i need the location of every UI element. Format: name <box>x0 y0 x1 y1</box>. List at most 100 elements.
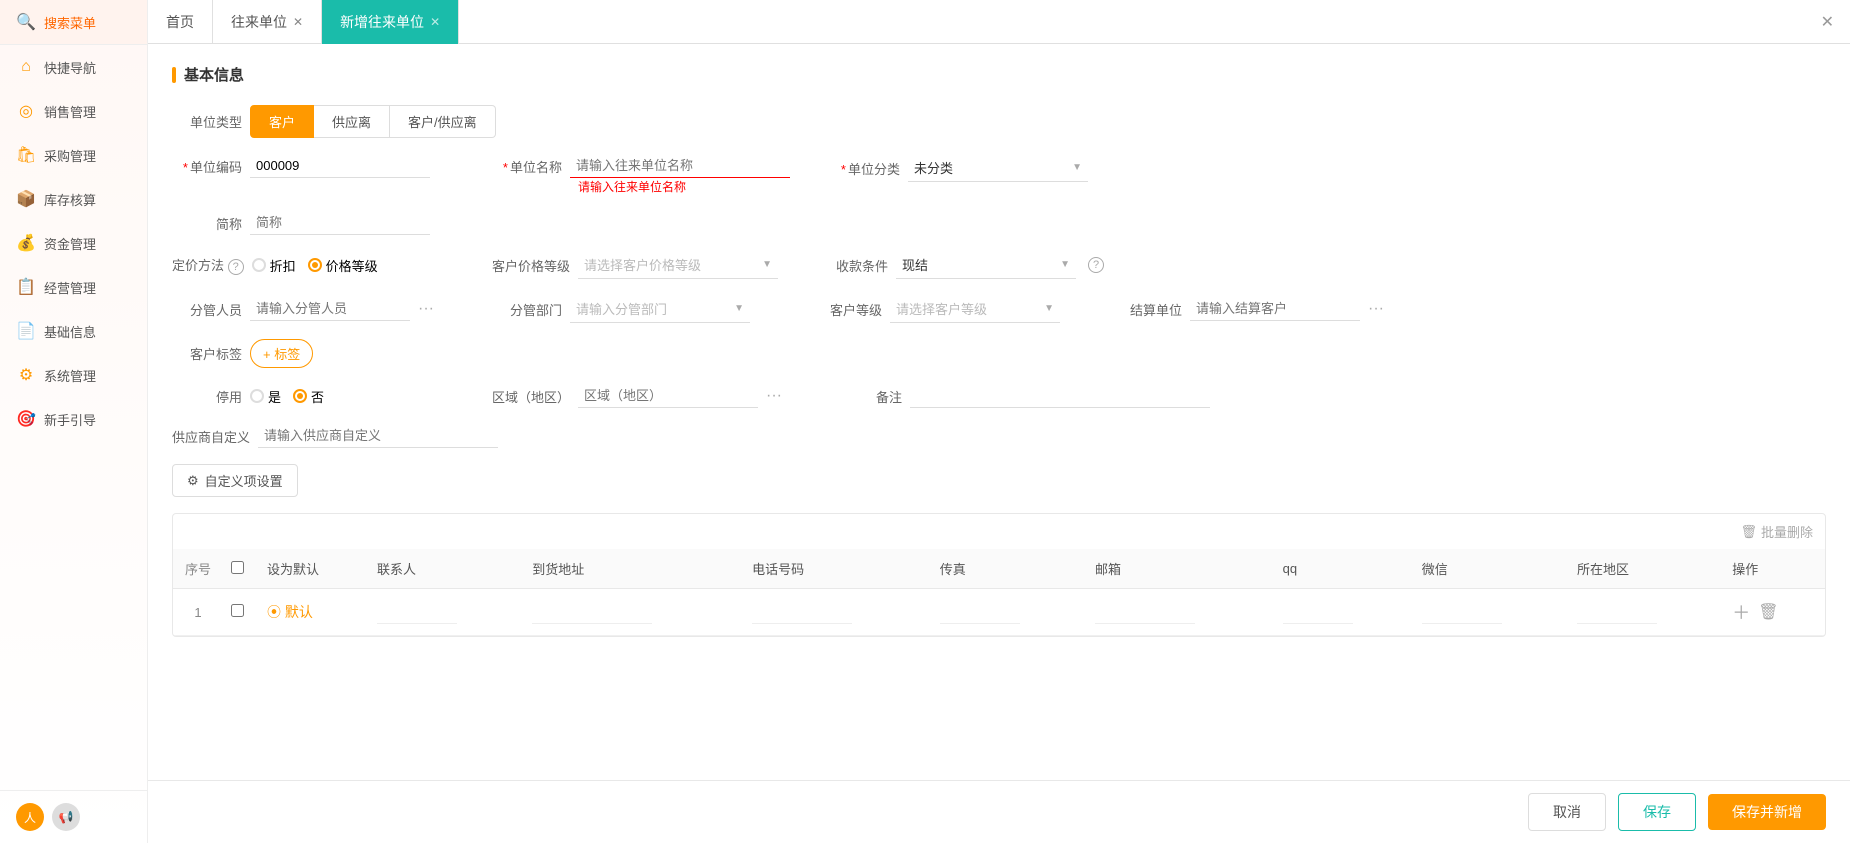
sidebar-item-operation[interactable]: 📋 经营管理 <box>0 265 147 309</box>
save-new-button[interactable]: 保存并新增 <box>1708 794 1826 830</box>
unit-type-supplier[interactable]: 供应离 <box>314 105 390 138</box>
disable-radio-group: 是 否 <box>250 387 324 406</box>
sidebar-item-system[interactable]: ⚙ 系统管理 <box>0 353 147 397</box>
department-label: 分管部门 <box>492 300 562 319</box>
settings-gear-icon: ⚙ <box>187 473 199 489</box>
sidebar-item-quicknav[interactable]: ⌂ 快捷导航 <box>0 45 147 89</box>
tab-bar: 首页 往来单位 ✕ 新增往来单位 ✕ ✕ <box>148 0 1850 44</box>
customer-level-select[interactable]: 请选择客户等级 ▼ <box>890 295 1060 323</box>
row-wechat[interactable] <box>1414 589 1569 636</box>
payment-select[interactable]: 现结 ▼ <box>896 251 1076 279</box>
unit-type-both[interactable]: 客户/供应离 <box>390 105 496 138</box>
abbr-input[interactable] <box>250 211 430 235</box>
manager-dots-btn[interactable]: ··· <box>414 298 438 320</box>
tab-new-partner-close[interactable]: ✕ <box>430 15 440 29</box>
row-qq[interactable] <box>1275 589 1414 636</box>
row-delete-icon[interactable]: 🗑 <box>1758 602 1778 622</box>
department-field: 分管部门 请输入分管部门 ▼ <box>492 295 772 323</box>
row-address[interactable] <box>524 589 744 636</box>
manager-input-wrap: ··· <box>250 297 438 321</box>
manager-row: 分管人员 ··· 分管部门 请输入分管部门 ▼ 客户等级 请选择客户等级 <box>172 295 1826 323</box>
tab-partner-close[interactable]: ✕ <box>293 15 303 29</box>
main-close-icon[interactable]: ✕ <box>1805 12 1850 32</box>
pricing-discount-radio[interactable] <box>252 258 266 272</box>
supplier-custom-input[interactable] <box>258 424 498 448</box>
contact-table: 🗑 批量删除 序号 设为默认 联系人 到货地址 电话号码 传真 邮箱 qq <box>172 513 1826 637</box>
tags-row: 客户标签 + 标签 <box>172 339 1826 368</box>
newguide-icon: 🎯 <box>16 409 36 429</box>
pricing-help-icon[interactable]: ? <box>228 259 244 275</box>
row-qq-input[interactable] <box>1283 600 1353 624</box>
department-select[interactable]: 请输入分管部门 ▼ <box>570 295 750 323</box>
custom-settings-button[interactable]: ⚙ 自定义项设置 <box>172 464 298 497</box>
unit-code-field: *单位编码 <box>172 154 452 178</box>
pricing-radio-group: 折扣 价格等级 <box>252 256 378 275</box>
sidebar-item-sales[interactable]: ◎ 销售管理 <box>0 89 147 133</box>
add-tag-button[interactable]: + 标签 <box>250 339 313 368</box>
settlement-label: 结算单位 <box>1112 300 1182 319</box>
cancel-button[interactable]: 取消 <box>1528 793 1606 831</box>
row-contact[interactable] <box>369 589 524 636</box>
disable-yes-radio[interactable] <box>250 389 264 403</box>
sidebar-item-purchase[interactable]: 🛍 采购管理 <box>0 133 147 177</box>
unit-code-input[interactable] <box>250 154 430 178</box>
row-phone[interactable] <box>744 589 932 636</box>
unit-type-customer[interactable]: 客户 <box>250 105 314 138</box>
pricing-price-level[interactable]: 价格等级 <box>308 256 378 275</box>
unit-name-input[interactable] <box>570 154 790 178</box>
row-email-input[interactable] <box>1095 600 1195 624</box>
row-fax[interactable] <box>932 589 1087 636</box>
search-icon: 🔍 <box>16 12 36 32</box>
pricing-row: 定价方法 ? 折扣 价格等级 客户价格等级 <box>172 251 1826 279</box>
payment-help-icon[interactable]: ? <box>1088 257 1104 273</box>
region-input-wrap: ··· <box>578 384 786 408</box>
tab-partner[interactable]: 往来单位 ✕ <box>213 0 322 44</box>
tab-home[interactable]: 首页 <box>148 0 213 44</box>
batch-delete-button[interactable]: 🗑 批量删除 <box>1740 522 1813 541</box>
disable-label: 停用 <box>172 387 242 406</box>
row-checkbox-input[interactable] <box>231 604 244 617</box>
settlement-input[interactable] <box>1190 297 1360 321</box>
table-row: 1 ⦿ 默认 <box>173 589 1825 636</box>
disable-no-radio[interactable] <box>293 389 307 403</box>
pricing-price-level-radio[interactable] <box>308 258 322 272</box>
sidebar-item-basic[interactable]: 📄 基础信息 <box>0 309 147 353</box>
tab-new-partner[interactable]: 新增往来单位 ✕ <box>322 0 459 44</box>
settlement-dots-btn[interactable]: ··· <box>1364 298 1388 320</box>
user-avatar[interactable]: 人 <box>16 803 44 831</box>
row-contact-input[interactable] <box>377 600 457 624</box>
save-button[interactable]: 保存 <box>1618 793 1696 831</box>
sidebar-item-newguide[interactable]: 🎯 新手引导 <box>0 397 147 441</box>
row-region-input[interactable] <box>1577 600 1657 624</box>
form-content: 基本信息 单位类型 客户 供应离 客户/供应离 *单位编码 <box>148 44 1850 780</box>
customer-price-select[interactable]: 请选择客户价格等级 ▼ <box>578 251 778 279</box>
row-phone-input[interactable] <box>752 600 852 624</box>
notification-icon[interactable]: 📢 <box>52 803 80 831</box>
col-checkbox <box>223 549 259 589</box>
row-add-icon[interactable]: ＋ <box>1732 599 1750 625</box>
disable-yes[interactable]: 是 <box>250 387 281 406</box>
row-email[interactable] <box>1087 589 1275 636</box>
unit-category-field: *单位分类 未分类 ▼ <box>830 154 1110 182</box>
pricing-field: 定价方法 ? 折扣 价格等级 <box>172 255 452 275</box>
category-arrow-icon: ▼ <box>1072 162 1082 173</box>
disable-no[interactable]: 否 <box>293 387 324 406</box>
region-dots-btn[interactable]: ··· <box>762 385 786 407</box>
unit-code-label: *单位编码 <box>172 157 242 176</box>
region-input[interactable] <box>578 384 758 408</box>
remark-input[interactable] <box>910 384 1210 408</box>
sidebar-item-search[interactable]: 🔍 搜索菜单 <box>0 0 147 45</box>
row-address-input[interactable] <box>532 600 652 624</box>
row-region[interactable] <box>1569 589 1724 636</box>
unit-category-select[interactable]: 未分类 ▼ <box>908 154 1088 182</box>
col-email: 邮箱 <box>1087 549 1275 589</box>
pricing-discount[interactable]: 折扣 <box>252 256 296 275</box>
sidebar-item-finance[interactable]: 💰 资金管理 <box>0 221 147 265</box>
finance-icon: 💰 <box>16 233 36 253</box>
select-all-checkbox[interactable] <box>231 561 244 574</box>
sidebar-item-inventory[interactable]: 📦 库存核算 <box>0 177 147 221</box>
row-fax-input[interactable] <box>940 600 1020 624</box>
row-default-radio[interactable]: ⦿ 默认 <box>267 604 313 620</box>
row-wechat-input[interactable] <box>1422 600 1502 624</box>
manager-input[interactable] <box>250 297 410 321</box>
